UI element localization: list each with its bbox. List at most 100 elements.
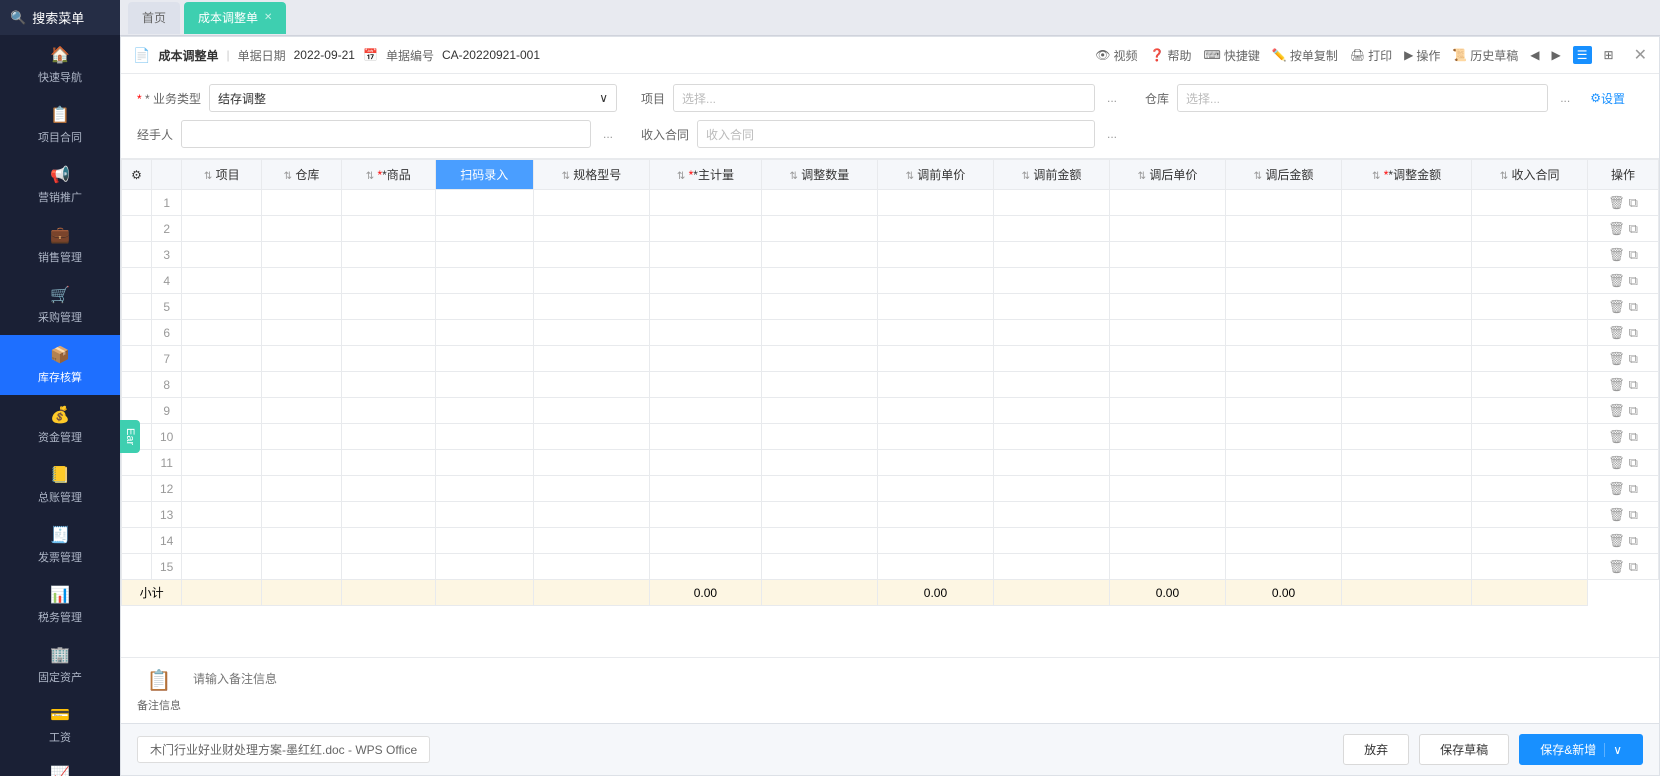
th-product[interactable]: ⇅ **商品	[341, 160, 435, 190]
row-income-contract[interactable]	[1472, 528, 1588, 554]
row-post-price[interactable]	[1109, 268, 1225, 294]
table-area[interactable]: ⚙ ⇅ 项目 ⇅ 仓库 ⇅ **商品 扫码录入 ⇅ 规格型号 ⇅ **主计量 ⇅…	[121, 159, 1659, 657]
row-pre-amount[interactable]	[993, 398, 1109, 424]
row-qty[interactable]	[761, 216, 877, 242]
save-new-button[interactable]: 保存&新增 ∨	[1519, 734, 1643, 765]
th-adjust-amount[interactable]: ⇅ **调整金额	[1342, 160, 1472, 190]
delete-icon[interactable]: 🗑	[1608, 221, 1625, 237]
row-project[interactable]	[182, 268, 262, 294]
row-post-amount[interactable]	[1225, 268, 1341, 294]
delete-icon[interactable]: 🗑	[1608, 455, 1625, 471]
row-pre-price[interactable]	[877, 398, 993, 424]
row-scan[interactable]	[435, 554, 533, 580]
copy-icon[interactable]: ⧉	[1629, 299, 1638, 315]
warehouse-input[interactable]: 选择...	[1177, 84, 1548, 112]
table-row[interactable]: 6 🗑 ⧉	[122, 320, 1659, 346]
row-project[interactable]	[182, 398, 262, 424]
row-unit[interactable]	[649, 372, 761, 398]
copy-icon[interactable]: ⧉	[1629, 429, 1638, 445]
th-post-price[interactable]: ⇅ 调后单价	[1109, 160, 1225, 190]
row-income-contract[interactable]	[1472, 450, 1588, 476]
copy-icon[interactable]: ⧉	[1629, 403, 1638, 419]
row-adjust-amount[interactable]	[1342, 476, 1472, 502]
row-project[interactable]	[182, 502, 262, 528]
row-post-price[interactable]	[1109, 346, 1225, 372]
copy-icon[interactable]: ⧉	[1629, 351, 1638, 367]
row-post-amount[interactable]	[1225, 528, 1341, 554]
row-pre-amount[interactable]	[993, 268, 1109, 294]
row-product[interactable]	[341, 528, 435, 554]
row-scan[interactable]	[435, 528, 533, 554]
row-pre-amount[interactable]	[993, 294, 1109, 320]
row-adjust-amount[interactable]	[1342, 424, 1472, 450]
delete-icon[interactable]: 🗑	[1608, 247, 1625, 263]
nav-prev-button[interactable]: ◀	[1530, 48, 1539, 62]
th-scan[interactable]: 扫码录入	[435, 160, 533, 190]
delete-icon[interactable]: 🗑	[1608, 559, 1625, 575]
row-post-price[interactable]	[1109, 372, 1225, 398]
row-qty[interactable]	[761, 398, 877, 424]
row-pre-price[interactable]	[877, 216, 993, 242]
delete-icon[interactable]: 🗑	[1608, 481, 1625, 497]
copy-icon[interactable]: ⧉	[1629, 533, 1638, 549]
row-pre-price[interactable]	[877, 190, 993, 216]
th-post-amount[interactable]: ⇅ 调后金额	[1225, 160, 1341, 190]
sidebar-item-finance[interactable]: 💰 资金管理	[0, 395, 120, 455]
row-warehouse[interactable]	[262, 398, 342, 424]
row-post-price[interactable]	[1109, 320, 1225, 346]
delete-icon[interactable]: 🗑	[1608, 195, 1625, 211]
row-pre-price[interactable]	[877, 294, 993, 320]
row-project[interactable]	[182, 294, 262, 320]
row-qty[interactable]	[761, 190, 877, 216]
row-pre-price[interactable]	[877, 502, 993, 528]
row-post-amount[interactable]	[1225, 320, 1341, 346]
sidebar-item-sales[interactable]: 💼 销售管理	[0, 215, 120, 275]
row-post-amount[interactable]	[1225, 398, 1341, 424]
th-warehouse[interactable]: ⇅ 仓库	[262, 160, 342, 190]
delete-icon[interactable]: 🗑	[1608, 351, 1625, 367]
row-spec[interactable]	[533, 294, 649, 320]
row-post-price[interactable]	[1109, 242, 1225, 268]
table-row[interactable]: 4 🗑 ⧉	[122, 268, 1659, 294]
row-scan[interactable]	[435, 450, 533, 476]
row-scan[interactable]	[435, 242, 533, 268]
row-pre-price[interactable]	[877, 346, 993, 372]
settings-button[interactable]: ⚙ 设置	[1590, 90, 1625, 107]
row-income-contract[interactable]	[1472, 242, 1588, 268]
row-product[interactable]	[341, 450, 435, 476]
row-warehouse[interactable]	[262, 346, 342, 372]
row-project[interactable]	[182, 372, 262, 398]
row-pre-amount[interactable]	[993, 372, 1109, 398]
row-unit[interactable]	[649, 424, 761, 450]
row-product[interactable]	[341, 320, 435, 346]
row-scan[interactable]	[435, 216, 533, 242]
row-product[interactable]	[341, 372, 435, 398]
sidebar-item-assets[interactable]: 🏢 固定资产	[0, 635, 120, 695]
row-product[interactable]	[341, 216, 435, 242]
row-adjust-amount[interactable]	[1342, 320, 1472, 346]
row-product[interactable]	[341, 268, 435, 294]
row-qty[interactable]	[761, 268, 877, 294]
table-row[interactable]: 7 🗑 ⧉	[122, 346, 1659, 372]
row-unit[interactable]	[649, 294, 761, 320]
handler-input[interactable]	[181, 120, 591, 148]
table-row[interactable]: 10 🗑 ⧉	[122, 424, 1659, 450]
row-post-amount[interactable]	[1225, 476, 1341, 502]
calendar-icon[interactable]: 📅	[363, 48, 378, 62]
row-adjust-amount[interactable]	[1342, 242, 1472, 268]
row-warehouse[interactable]	[262, 528, 342, 554]
copy-icon[interactable]: ⧉	[1629, 455, 1638, 471]
row-post-amount[interactable]	[1225, 294, 1341, 320]
row-spec[interactable]	[533, 476, 649, 502]
row-income-contract[interactable]	[1472, 372, 1588, 398]
row-adjust-amount[interactable]	[1342, 502, 1472, 528]
row-spec[interactable]	[533, 502, 649, 528]
row-qty[interactable]	[761, 528, 877, 554]
sidebar-item-ledger[interactable]: 📒 总账管理	[0, 455, 120, 515]
row-product[interactable]	[341, 476, 435, 502]
row-unit[interactable]	[649, 216, 761, 242]
row-adjust-amount[interactable]	[1342, 372, 1472, 398]
table-row[interactable]: 15 🗑 ⧉	[122, 554, 1659, 580]
abandon-button[interactable]: 放弃	[1343, 734, 1409, 765]
row-pre-price[interactable]	[877, 476, 993, 502]
